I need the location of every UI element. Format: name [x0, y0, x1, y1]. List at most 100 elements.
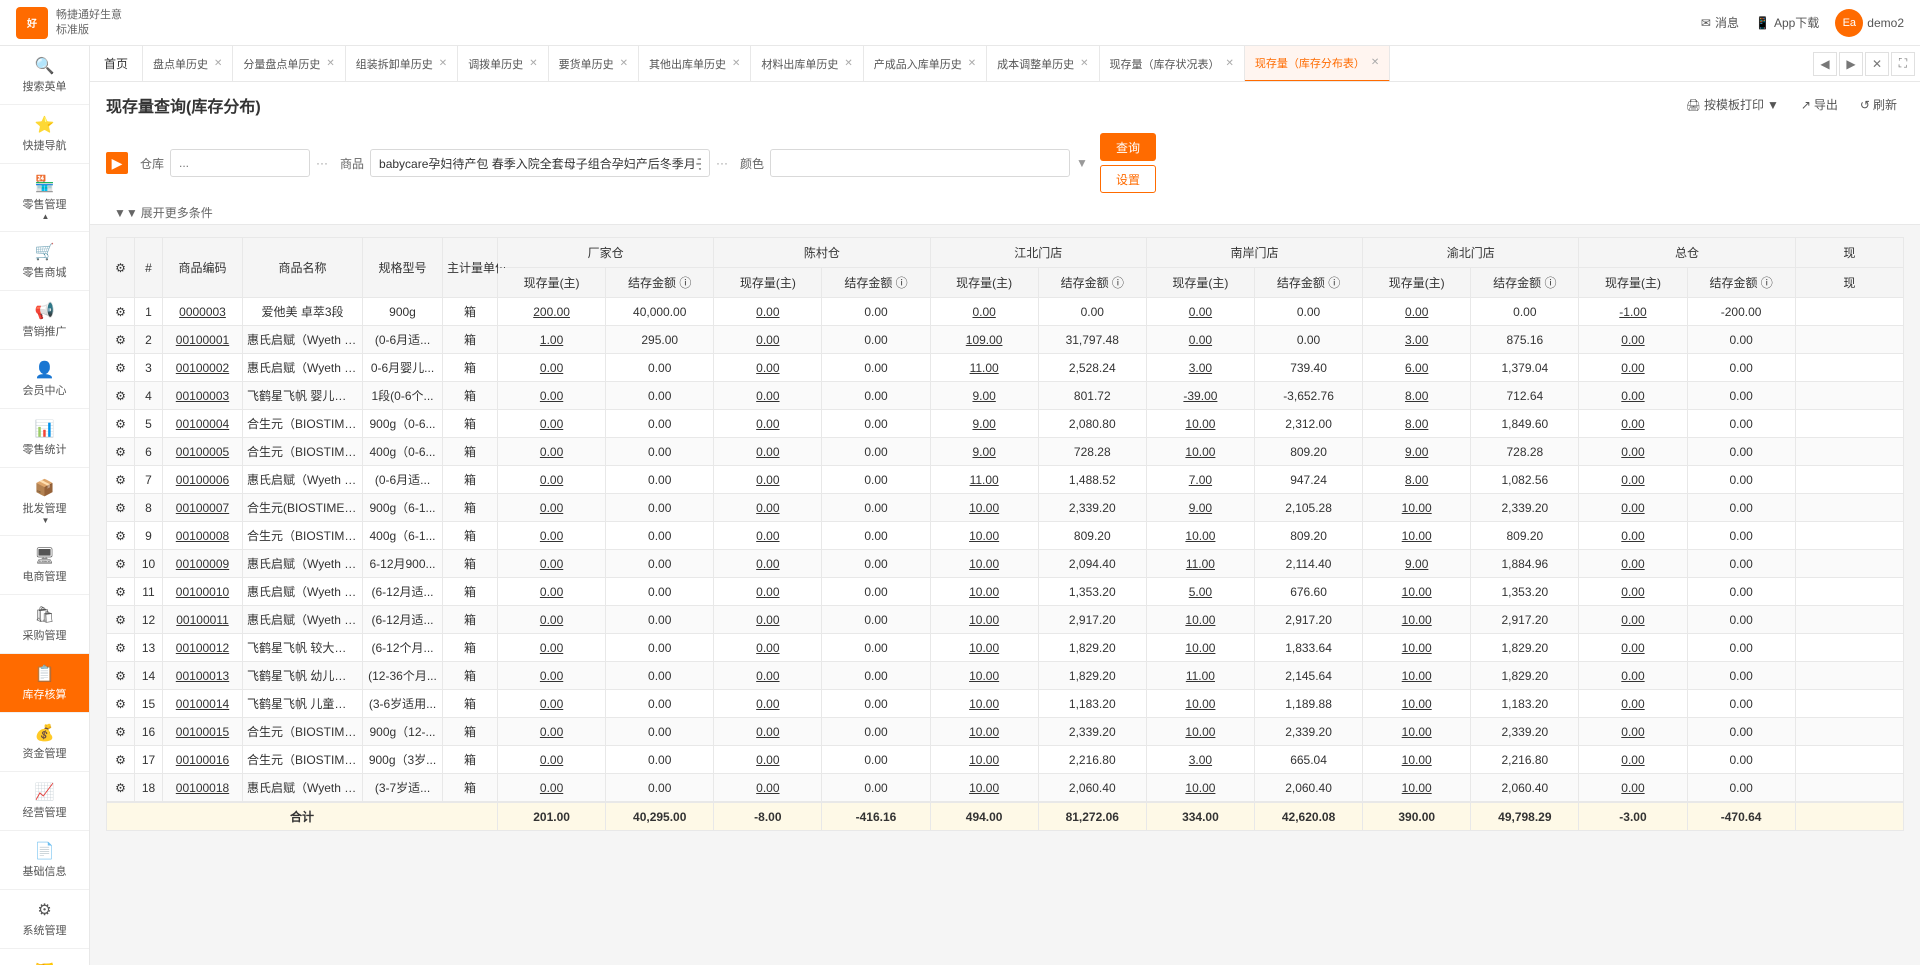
row-cj-stock[interactable]: 0.00	[714, 298, 822, 326]
row-fac-stock[interactable]: 0.00	[498, 550, 606, 578]
row-cj-stock[interactable]: 0.00	[714, 578, 822, 606]
sidebar-item-wholesale[interactable]: 📦 批发管理 ▼	[0, 468, 89, 536]
row-fac-stock[interactable]: 0.00	[498, 718, 606, 746]
row-code[interactable]: 00100011	[163, 606, 243, 634]
row-tot-stock[interactable]: 0.00	[1579, 662, 1687, 690]
sidebar-item-finance[interactable]: 💰 资金管理	[0, 713, 89, 772]
row-fac-stock[interactable]: 0.00	[498, 382, 606, 410]
color-input[interactable]	[770, 149, 1070, 177]
row-code[interactable]: 00100004	[163, 410, 243, 438]
row-jb-stock[interactable]: 10.00	[930, 718, 1038, 746]
row-cj-stock[interactable]: 0.00	[714, 746, 822, 774]
row-fac-stock[interactable]: 0.00	[498, 466, 606, 494]
sidebar-item-retail-mgmt[interactable]: 🏪 零售管理 ▲	[0, 164, 89, 232]
export-btn[interactable]: ↗ 导出	[1794, 92, 1845, 117]
tab-inventory-count[interactable]: 盘点单历史 ✕	[143, 46, 233, 82]
row-code[interactable]: 00100007	[163, 494, 243, 522]
row-yb-stock[interactable]: 10.00	[1363, 718, 1471, 746]
row-yb-stock[interactable]: 3.00	[1363, 326, 1471, 354]
row-tot-stock[interactable]: -1.00	[1579, 298, 1687, 326]
row-tot-stock[interactable]: 0.00	[1579, 410, 1687, 438]
tab-product-in[interactable]: 产成品入库单历史 ✕	[864, 46, 987, 82]
row-tot-stock[interactable]: 0.00	[1579, 354, 1687, 382]
row-fac-stock[interactable]: 0.00	[498, 606, 606, 634]
row-tot-stock[interactable]: 0.00	[1579, 382, 1687, 410]
row-na-stock[interactable]: 0.00	[1146, 326, 1254, 354]
table-area[interactable]: ⚙ # 商品编码 商品名称 规格型号 主计量单位 厂家仓 陈村仓 江北门店 南岸…	[90, 225, 1920, 965]
row-jb-stock[interactable]: 10.00	[930, 690, 1038, 718]
row-jb-stock[interactable]: 10.00	[930, 550, 1038, 578]
row-na-stock[interactable]: 10.00	[1146, 774, 1254, 803]
row-yb-stock[interactable]: 10.00	[1363, 606, 1471, 634]
row-na-stock[interactable]: 5.00	[1146, 578, 1254, 606]
row-cj-stock[interactable]: 0.00	[714, 354, 822, 382]
row-tot-stock[interactable]: 0.00	[1579, 438, 1687, 466]
row-code[interactable]: 00100003	[163, 382, 243, 410]
row-jb-stock[interactable]: 10.00	[930, 494, 1038, 522]
tab-expand-btn[interactable]: ⛶	[1891, 52, 1915, 76]
row-cj-stock[interactable]: 0.00	[714, 606, 822, 634]
row-tot-stock[interactable]: 0.00	[1579, 774, 1687, 803]
tab-stock-status[interactable]: 现存量（库存状况表） ✕	[1100, 46, 1245, 82]
row-code[interactable]: 00100013	[163, 662, 243, 690]
row-na-stock[interactable]: 3.00	[1146, 746, 1254, 774]
row-cj-stock[interactable]: 0.00	[714, 662, 822, 690]
row-fac-stock[interactable]: 0.00	[498, 438, 606, 466]
row-code[interactable]: 00100018	[163, 774, 243, 803]
user-btn[interactable]: Ea demo2	[1835, 9, 1904, 37]
row-na-stock[interactable]: 11.00	[1146, 550, 1254, 578]
row-jb-stock[interactable]: 10.00	[930, 606, 1038, 634]
tab-home[interactable]: 首页	[90, 46, 143, 82]
row-code[interactable]: 00100006	[163, 466, 243, 494]
sidebar-item-operations[interactable]: 📈 经营管理	[0, 772, 89, 831]
goods-dots[interactable]: ···	[716, 156, 728, 170]
row-jb-stock[interactable]: 11.00	[930, 466, 1038, 494]
row-tot-stock[interactable]: 0.00	[1579, 494, 1687, 522]
tab-material-out[interactable]: 材料出库单历史 ✕	[751, 46, 863, 82]
row-code[interactable]: 00100010	[163, 578, 243, 606]
sidebar-item-enterprise[interactable]: 🤝 企业协同	[0, 949, 89, 965]
tab-assembly[interactable]: 组装拆卸单历史 ✕	[346, 46, 458, 82]
sidebar-item-member[interactable]: 👤 会员中心	[0, 350, 89, 409]
row-na-stock[interactable]: 10.00	[1146, 634, 1254, 662]
tab-close-9[interactable]: ✕	[1080, 58, 1088, 69]
row-code[interactable]: 00100015	[163, 718, 243, 746]
row-code[interactable]: 00100014	[163, 690, 243, 718]
tab-close-2[interactable]: ✕	[326, 58, 334, 69]
row-fac-stock[interactable]: 0.00	[498, 690, 606, 718]
row-jb-stock[interactable]: 10.00	[930, 578, 1038, 606]
refresh-btn[interactable]: ↺ 刷新	[1853, 92, 1904, 117]
row-jb-stock[interactable]: 10.00	[930, 774, 1038, 803]
warehouse-dots[interactable]: ···	[316, 156, 328, 170]
row-na-stock[interactable]: 9.00	[1146, 494, 1254, 522]
row-cj-stock[interactable]: 0.00	[714, 634, 822, 662]
row-fac-stock[interactable]: 0.00	[498, 774, 606, 803]
row-fac-stock[interactable]: 0.00	[498, 494, 606, 522]
row-yb-stock[interactable]: 8.00	[1363, 410, 1471, 438]
row-fac-stock[interactable]: 0.00	[498, 746, 606, 774]
row-yb-stock[interactable]: 10.00	[1363, 494, 1471, 522]
row-yb-stock[interactable]: 10.00	[1363, 746, 1471, 774]
warehouse-input[interactable]	[170, 149, 310, 177]
row-yb-stock[interactable]: 10.00	[1363, 522, 1471, 550]
row-na-stock[interactable]: 0.00	[1146, 298, 1254, 326]
tab-close-4[interactable]: ✕	[529, 58, 537, 69]
row-jb-stock[interactable]: 109.00	[930, 326, 1038, 354]
collapse-btn[interactable]: ▶	[106, 152, 128, 174]
row-yb-stock[interactable]: 10.00	[1363, 634, 1471, 662]
row-tot-stock[interactable]: 0.00	[1579, 746, 1687, 774]
row-yb-stock[interactable]: 9.00	[1363, 550, 1471, 578]
row-cj-stock[interactable]: 0.00	[714, 466, 822, 494]
tab-close-11[interactable]: ✕	[1371, 57, 1379, 68]
row-cj-stock[interactable]: 0.00	[714, 326, 822, 354]
row-fac-stock[interactable]: 200.00	[498, 298, 606, 326]
row-na-stock[interactable]: 11.00	[1146, 662, 1254, 690]
row-tot-stock[interactable]: 0.00	[1579, 606, 1687, 634]
row-fac-stock[interactable]: 0.00	[498, 578, 606, 606]
row-cj-stock[interactable]: 0.00	[714, 522, 822, 550]
tab-next-btn[interactable]: ▶	[1839, 52, 1863, 76]
row-yb-stock[interactable]: 9.00	[1363, 438, 1471, 466]
row-tot-stock[interactable]: 0.00	[1579, 634, 1687, 662]
row-jb-stock[interactable]: 9.00	[930, 438, 1038, 466]
row-fac-stock[interactable]: 0.00	[498, 410, 606, 438]
